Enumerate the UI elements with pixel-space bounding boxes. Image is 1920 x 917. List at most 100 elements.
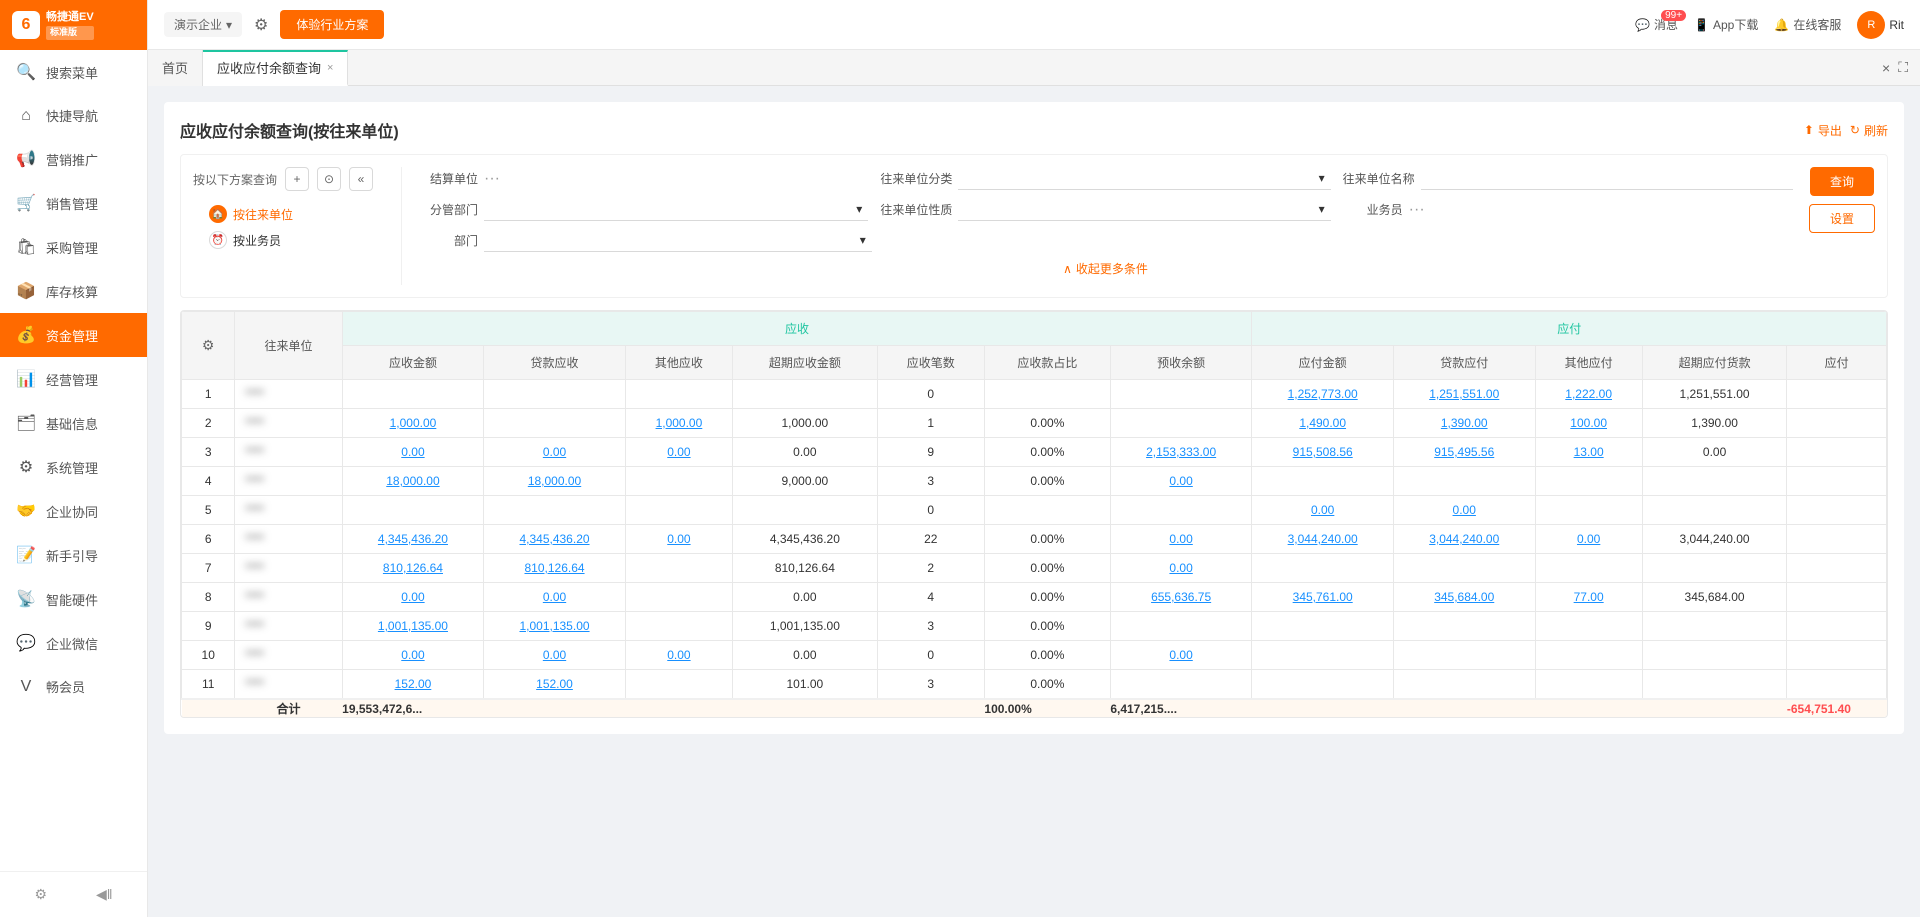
cell-value[interactable]: 0.00 [342,438,484,467]
cell-value[interactable]: 0.00 [484,438,626,467]
cell-value[interactable]: 1,000.00 [625,409,732,438]
cell-value[interactable]: 0.00 [625,438,732,467]
cell-value [1110,612,1252,641]
tab-home[interactable]: 首页 [148,50,203,86]
sidebar-item-system[interactable]: ⚙ 系统管理 [0,445,147,489]
cell-value[interactable]: 655,636.75 [1110,583,1252,612]
close-tab-button[interactable]: × [1882,60,1890,76]
app-download-button[interactable]: 📱 App下载 [1694,16,1758,33]
cell-value[interactable]: 810,126.64 [484,554,626,583]
sidebar-item-operation[interactable]: 📊 经营管理 [0,357,147,401]
cell-value [1787,409,1887,438]
cell-value[interactable]: 1,490.00 [1252,409,1394,438]
filter-collapse-button[interactable]: ∧ 收起更多条件 [418,252,1793,285]
scheme-item-salesman[interactable]: ⏰ 按业务员 [201,227,393,253]
service-icon: 🔔 [1774,18,1789,32]
cell-value[interactable]: 0.00 [1535,525,1642,554]
sidebar-item-marketing[interactable]: 📢 营销推广 [0,137,147,181]
cell-value[interactable]: 0.00 [484,583,626,612]
cell-value[interactable]: 0.00 [1393,496,1535,525]
cell-value[interactable]: 18,000.00 [342,467,484,496]
cell-value[interactable]: 0.00 [1252,496,1394,525]
sidebar-settings-button[interactable]: ⚙ [30,882,51,907]
cell-value[interactable]: 0.00 [1110,467,1252,496]
cell-value [625,554,732,583]
cell-value[interactable]: 0.00 [1110,525,1252,554]
cell-value[interactable]: 18,000.00 [484,467,626,496]
sidebar-item-coop[interactable]: 🤝 企业协同 [0,489,147,533]
settlement-unit-dots[interactable]: ··· [484,170,500,188]
sidebar-item-inventory[interactable]: 📦 库存核算 [0,269,147,313]
cell-value[interactable]: 915,495.56 [1393,438,1535,467]
data-table: ⚙ 往来单位 应收 应付 应收金额 贷款应收 其他应收 超期应收金额 应收笔数 … [181,311,1887,717]
cell-value[interactable]: 1,000.00 [342,409,484,438]
sidebar-item-search[interactable]: 🔍 搜索菜单 [0,50,147,94]
counterparty-name: **** [235,583,342,612]
fullscreen-button[interactable]: ⛶ [1898,59,1908,76]
cell-value[interactable]: 77.00 [1535,583,1642,612]
col-settings[interactable]: ⚙ [182,312,235,380]
unit-name-input[interactable] [1421,167,1793,190]
filter-add-button[interactable]: + [285,167,309,191]
solution-button[interactable]: 体验行业方案 [280,10,384,39]
sidebar-item-finance[interactable]: 💰 资金管理 [0,313,147,357]
org-selector[interactable]: 演示企业 ▾ [164,12,242,37]
cell-value[interactable]: 0.00 [625,641,732,670]
cell-value[interactable]: 1,252,773.00 [1252,380,1394,409]
export-button[interactable]: ⬆ 导出 [1804,122,1842,139]
cell-value[interactable]: 0.00 [625,525,732,554]
tab-ar-ap[interactable]: 应收应付余额查询 × [203,50,348,86]
sidebar-item-member[interactable]: V 畅会员 [0,665,147,708]
cell-value[interactable]: 3,044,240.00 [1252,525,1394,554]
cell-value[interactable]: 0.00 [484,641,626,670]
salesman-dots[interactable]: ··· [1409,201,1425,219]
cell-value[interactable]: 152.00 [342,670,484,700]
sidebar-item-sales[interactable]: 🛒 销售管理 [0,181,147,225]
cell-value[interactable]: 1,001,135.00 [484,612,626,641]
cell-value[interactable]: 915,508.56 [1252,438,1394,467]
cell-value[interactable]: 2,153,333.00 [1110,438,1252,467]
sidebar-item-purchase[interactable]: 🛍 采购管理 [0,225,147,269]
sidebar-item-hardware[interactable]: 📡 智能硬件 [0,577,147,621]
cell-value[interactable]: 152.00 [484,670,626,700]
filter-collapse-button[interactable]: « [349,167,373,191]
topbar-gear-button[interactable]: ⚙ [254,15,268,35]
cell-value[interactable]: 4,345,436.20 [342,525,484,554]
unit-nature-select[interactable]: ▾ [958,198,1330,221]
dept-select[interactable]: ▾ [484,229,872,252]
scheme-item-unit[interactable]: 🏠 按往来单位 [201,201,393,227]
settings-button[interactable]: 设置 [1809,204,1875,233]
query-button[interactable]: 查询 [1810,167,1874,196]
message-button[interactable]: 💬 消息 99+ [1635,16,1678,33]
table-settings-icon[interactable]: ⚙ [202,337,215,353]
unit-category-select[interactable]: ▾ [958,167,1330,190]
cell-value[interactable]: 0.00 [1110,641,1252,670]
cell-value[interactable]: 345,684.00 [1393,583,1535,612]
cell-value[interactable]: 1,001,135.00 [342,612,484,641]
cell-value[interactable]: 3,044,240.00 [1393,525,1535,554]
cell-value[interactable]: 0.00 [342,641,484,670]
tab-close-button[interactable]: × [327,62,333,74]
filter-settings-button[interactable]: ⊙ [317,167,341,191]
sidebar-item-wechat[interactable]: 💬 企业微信 [0,621,147,665]
user-menu[interactable]: R Rit [1857,11,1904,39]
cell-value[interactable]: 100.00 [1535,409,1642,438]
cell-value[interactable]: 0.00 [1110,554,1252,583]
cell-value[interactable]: 345,761.00 [1252,583,1394,612]
row-number: 9 [182,612,235,641]
sidebar-item-guide[interactable]: 📝 新手引导 [0,533,147,577]
cell-value[interactable]: 0.00 [342,583,484,612]
cell-value[interactable]: 4,345,436.20 [484,525,626,554]
cell-value[interactable]: 1,251,551.00 [1393,380,1535,409]
sidebar-item-basic[interactable]: 🗂 基础信息 [0,401,147,445]
cell-value[interactable]: 810,126.64 [342,554,484,583]
cell-value[interactable]: 13.00 [1535,438,1642,467]
cell-value[interactable]: 1,222.00 [1535,380,1642,409]
online-service-button[interactable]: 🔔 在线客服 [1774,16,1841,33]
dept-manager-select[interactable]: ▾ [484,198,868,221]
row-number: 4 [182,467,235,496]
refresh-button[interactable]: ↻ 刷新 [1850,122,1888,139]
cell-value[interactable]: 1,390.00 [1393,409,1535,438]
sidebar-collapse-button[interactable]: ◀‖ [92,882,117,907]
sidebar-item-quick[interactable]: ⌂ 快捷导航 [0,94,147,137]
